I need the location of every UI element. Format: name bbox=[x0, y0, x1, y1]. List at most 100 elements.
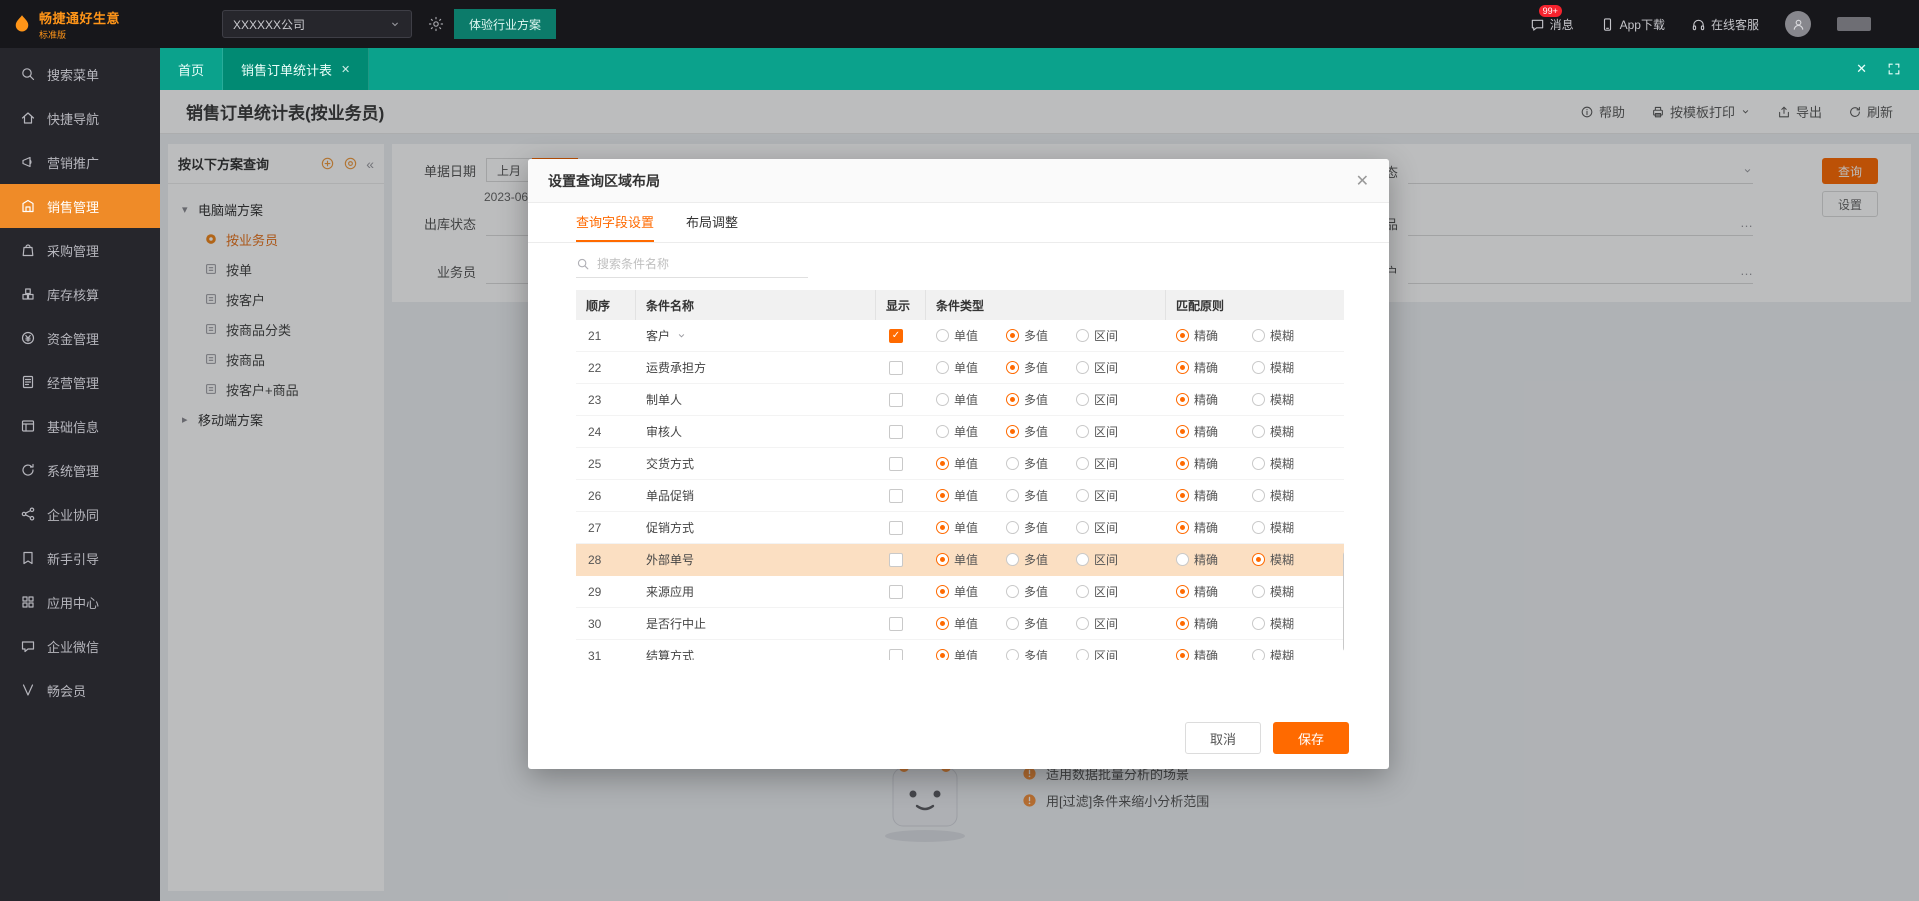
condition-search-input[interactable] bbox=[597, 257, 808, 271]
radio-type[interactable]: 区间 bbox=[1076, 327, 1146, 344]
radio-type[interactable]: 单值 bbox=[936, 391, 1006, 408]
show-checkbox[interactable] bbox=[889, 456, 903, 471]
radio-match[interactable]: 精确 bbox=[1176, 423, 1252, 440]
cancel-button[interactable]: 取消 bbox=[1185, 722, 1261, 754]
app-download-button[interactable]: App下载 bbox=[1600, 16, 1665, 33]
radio-type[interactable]: 多值 bbox=[1006, 391, 1076, 408]
sidebar-item-inventory[interactable]: 库存核算 bbox=[0, 272, 160, 316]
sidebar-item-purchase[interactable]: 采购管理 bbox=[0, 228, 160, 272]
radio-match[interactable]: 精确 bbox=[1176, 359, 1252, 376]
table-row-28[interactable]: 28 外部单号 单值 多值 区间 精确 模糊 bbox=[576, 544, 1344, 576]
table-row-31[interactable]: 31 结算方式 单值 多值 区间 精确 模糊 bbox=[576, 640, 1344, 660]
sidebar-item-sales[interactable]: 销售管理 bbox=[0, 184, 160, 228]
modal-tab-1[interactable]: 布局调整 bbox=[686, 203, 738, 242]
radio-match[interactable]: 模糊 bbox=[1252, 423, 1328, 440]
table-row-29[interactable]: 29 来源应用 单值 多值 区间 精确 模糊 bbox=[576, 576, 1344, 608]
table-row-30[interactable]: 30 是否行中止 单值 多值 区间 精确 模糊 bbox=[576, 608, 1344, 640]
show-checkbox[interactable] bbox=[889, 520, 903, 535]
scrollbar-thumb[interactable] bbox=[1343, 551, 1344, 652]
radio-type[interactable]: 单值 bbox=[936, 359, 1006, 376]
radio-type[interactable]: 单值 bbox=[936, 455, 1006, 472]
sidebar-item-appcenter[interactable]: 应用中心 bbox=[0, 580, 160, 624]
radio-type[interactable]: 多值 bbox=[1006, 423, 1076, 440]
table-row-22[interactable]: 22 运费承担方 单值 多值 区间 精确 模糊 bbox=[576, 352, 1344, 384]
messages-button[interactable]: 99+ 消息 bbox=[1530, 4, 1574, 33]
sidebar-item-wechat[interactable]: 企业微信 bbox=[0, 624, 160, 668]
radio-type[interactable]: 单值 bbox=[936, 487, 1006, 504]
sidebar-item-marketing[interactable]: 营销推广 bbox=[0, 140, 160, 184]
radio-type[interactable]: 多值 bbox=[1006, 455, 1076, 472]
radio-type[interactable]: 单值 bbox=[936, 519, 1006, 536]
radio-type[interactable]: 多值 bbox=[1006, 487, 1076, 504]
radio-match[interactable]: 模糊 bbox=[1252, 487, 1328, 504]
avatar[interactable] bbox=[1785, 11, 1811, 37]
radio-type[interactable]: 区间 bbox=[1076, 359, 1146, 376]
sidebar-item-system[interactable]: 系统管理 bbox=[0, 448, 160, 492]
radio-match[interactable]: 精确 bbox=[1176, 519, 1252, 536]
tab-close-icon[interactable]: ✕ bbox=[341, 63, 350, 76]
table-row-23[interactable]: 23 制单人 单值 多值 区间 精确 模糊 bbox=[576, 384, 1344, 416]
sidebar-item-operation[interactable]: 经营管理 bbox=[0, 360, 160, 404]
radio-type[interactable]: 单值 bbox=[936, 615, 1006, 632]
radio-type[interactable]: 多值 bbox=[1006, 583, 1076, 600]
radio-type[interactable]: 单值 bbox=[936, 583, 1006, 600]
save-button[interactable]: 保存 bbox=[1273, 722, 1349, 754]
sidebar-item-guide[interactable]: 新手引导 bbox=[0, 536, 160, 580]
trial-plan-button[interactable]: 体验行业方案 bbox=[454, 9, 557, 39]
close-icon[interactable]: ✕ bbox=[1356, 171, 1369, 191]
radio-match[interactable]: 精确 bbox=[1176, 327, 1252, 344]
show-checkbox[interactable] bbox=[889, 424, 903, 439]
radio-match[interactable]: 模糊 bbox=[1252, 615, 1328, 632]
radio-match[interactable]: 精确 bbox=[1176, 647, 1252, 660]
radio-match[interactable]: 模糊 bbox=[1252, 455, 1328, 472]
sidebar-item-search[interactable]: 搜索菜单 bbox=[0, 52, 160, 96]
radio-type[interactable]: 区间 bbox=[1076, 487, 1146, 504]
fullscreen-icon[interactable] bbox=[1887, 62, 1901, 76]
radio-type[interactable]: 多值 bbox=[1006, 519, 1076, 536]
show-checkbox[interactable] bbox=[889, 392, 903, 407]
radio-type[interactable]: 区间 bbox=[1076, 615, 1146, 632]
radio-type[interactable]: 区间 bbox=[1076, 391, 1146, 408]
radio-match[interactable]: 精确 bbox=[1176, 583, 1252, 600]
radio-match[interactable]: 模糊 bbox=[1252, 391, 1328, 408]
radio-type[interactable]: 单值 bbox=[936, 647, 1006, 660]
sidebar-item-collab[interactable]: 企业协同 bbox=[0, 492, 160, 536]
table-row-27[interactable]: 27 促销方式 单值 多值 区间 精确 模糊 bbox=[576, 512, 1344, 544]
gear-icon[interactable] bbox=[428, 16, 444, 32]
modal-tab-0[interactable]: 查询字段设置 bbox=[576, 203, 655, 242]
radio-type[interactable]: 区间 bbox=[1076, 647, 1146, 660]
radio-type[interactable]: 区间 bbox=[1076, 423, 1146, 440]
radio-type[interactable]: 单值 bbox=[936, 327, 1006, 344]
show-checkbox[interactable] bbox=[889, 328, 903, 343]
chevron-down-icon[interactable] bbox=[676, 330, 687, 341]
tab-0[interactable]: 首页 bbox=[160, 48, 224, 90]
table-row-24[interactable]: 24 审核人 单值 多值 区间 精确 模糊 bbox=[576, 416, 1344, 448]
radio-match[interactable]: 模糊 bbox=[1252, 359, 1328, 376]
radio-type[interactable]: 多值 bbox=[1006, 359, 1076, 376]
radio-match[interactable]: 精确 bbox=[1176, 487, 1252, 504]
radio-match[interactable]: 模糊 bbox=[1252, 647, 1328, 660]
radio-match[interactable]: 模糊 bbox=[1252, 583, 1328, 600]
sidebar-item-baseinfo[interactable]: 基础信息 bbox=[0, 404, 160, 448]
radio-type[interactable]: 区间 bbox=[1076, 455, 1146, 472]
radio-type[interactable]: 单值 bbox=[936, 551, 1006, 568]
radio-type[interactable]: 区间 bbox=[1076, 519, 1146, 536]
company-select[interactable]: XXXXXX公司 bbox=[222, 10, 412, 38]
radio-match[interactable]: 模糊 bbox=[1252, 327, 1328, 344]
show-checkbox[interactable] bbox=[889, 648, 903, 660]
show-checkbox[interactable] bbox=[889, 360, 903, 375]
show-checkbox[interactable] bbox=[889, 488, 903, 503]
tab-1[interactable]: 销售订单统计表 ✕ bbox=[223, 48, 370, 90]
radio-type[interactable]: 多值 bbox=[1006, 647, 1076, 660]
radio-match[interactable]: 精确 bbox=[1176, 551, 1252, 568]
radio-type[interactable]: 多值 bbox=[1006, 327, 1076, 344]
radio-match[interactable]: 模糊 bbox=[1252, 519, 1328, 536]
sidebar-item-member[interactable]: 畅会员 bbox=[0, 668, 160, 712]
show-checkbox[interactable] bbox=[889, 584, 903, 599]
radio-type[interactable]: 区间 bbox=[1076, 551, 1146, 568]
radio-match[interactable]: 精确 bbox=[1176, 391, 1252, 408]
radio-type[interactable]: 区间 bbox=[1076, 583, 1146, 600]
radio-type[interactable]: 多值 bbox=[1006, 551, 1076, 568]
close-all-tabs-icon[interactable]: ✕ bbox=[1856, 61, 1867, 77]
table-row-26[interactable]: 26 单品促销 单值 多值 区间 精确 模糊 bbox=[576, 480, 1344, 512]
